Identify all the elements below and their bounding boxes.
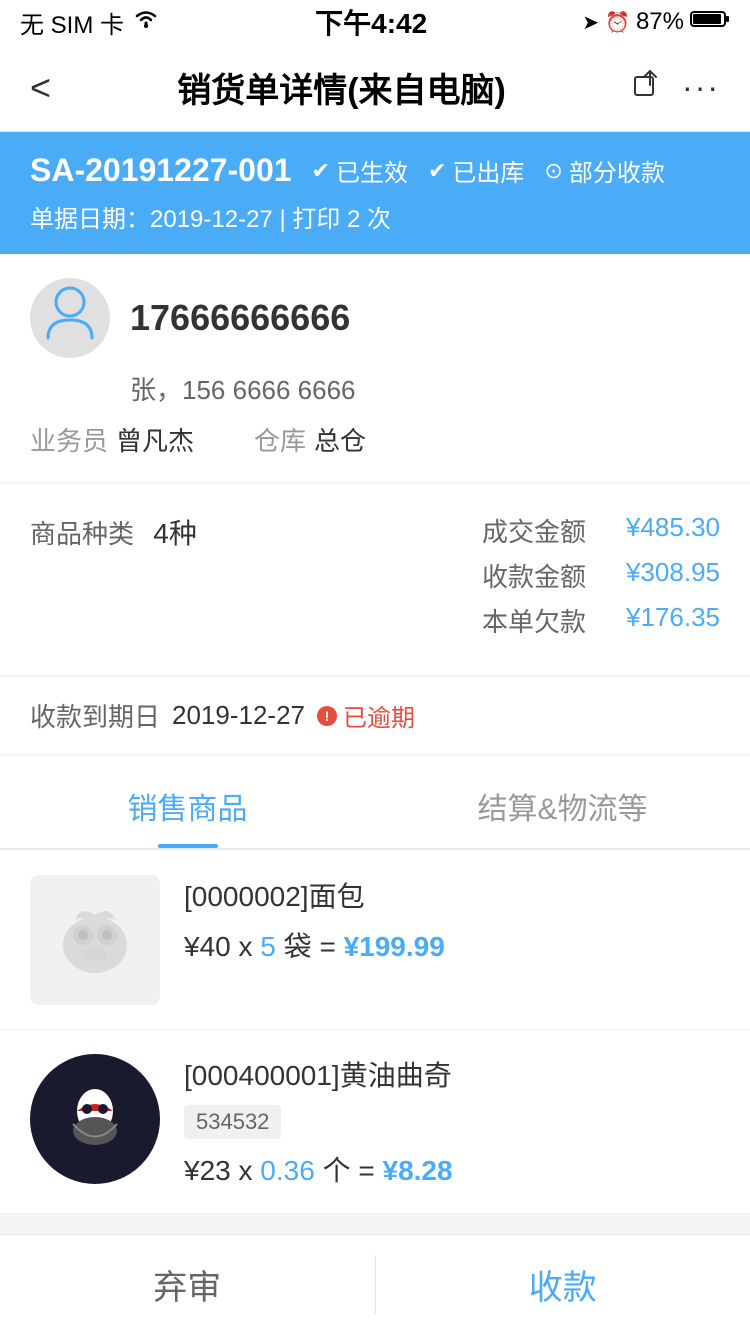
- product-info-1: [0000002]面包 ¥40 x 5 袋 = ¥199.99: [184, 875, 720, 965]
- page-title: 销货单详情(来自电脑): [177, 63, 506, 112]
- status-bar: 无 SIM 卡 下午4:42 ➤ ⏰ 87%: [0, 0, 750, 44]
- overdue-icon: !: [317, 706, 337, 726]
- nav-icons: ···: [632, 69, 720, 106]
- amount-row: 成交金额 ¥485.30: [482, 512, 720, 549]
- products-section: [0000002]面包 ¥40 x 5 袋 = ¥199.99: [0, 851, 750, 1214]
- agent-name: 曾凡杰: [116, 421, 194, 458]
- received-label: 收款金额: [482, 557, 586, 594]
- customer-meta: 业务员 曾凡杰 仓库 总仓: [30, 421, 720, 458]
- tab-settlement[interactable]: 结算&物流等: [375, 756, 750, 848]
- product-item: [0000002]面包 ¥40 x 5 袋 = ¥199.99: [0, 851, 750, 1030]
- kinds-value: 4种: [153, 518, 197, 549]
- received-value: ¥308.95: [626, 557, 720, 594]
- received-row: 收款金额 ¥308.95: [482, 557, 720, 594]
- product-price-1: ¥40 x 5 袋 = ¥199.99: [184, 925, 720, 965]
- order-header: SA-20191227-001 ✔ 已生效 ✔ 已出库 ⊙ 部分收款 单据日期：…: [0, 132, 750, 254]
- bottom-bar: 弃审 收款: [0, 1234, 750, 1334]
- agent-label: 业务员: [30, 421, 108, 458]
- customer-section: 17666666666 张，156 6666 6666 业务员 曾凡杰 仓库 总…: [0, 254, 750, 482]
- customer-name: 张，156 6666 6666: [30, 370, 720, 407]
- product-thumb-1: [30, 875, 160, 1005]
- badge-effective: ✔ 已生效: [312, 153, 408, 188]
- customer-account: 17666666666: [130, 297, 350, 339]
- product-total-1: ¥199.99: [344, 931, 445, 962]
- user-icon: [40, 282, 100, 354]
- back-button[interactable]: <: [30, 67, 51, 109]
- status-right: ➤ ⏰ 87%: [582, 8, 730, 36]
- tab-sales[interactable]: 销售商品: [0, 756, 375, 848]
- warehouse-label: 仓库: [254, 421, 306, 458]
- amount-label: 成交金额: [482, 512, 586, 549]
- stats-section: 商品种类 4种 成交金额 ¥485.30 收款金额 ¥308.95 本单欠款 ¥…: [0, 484, 750, 675]
- cancel-button[interactable]: 弃审: [0, 1235, 375, 1334]
- location-icon: ➤: [582, 10, 599, 35]
- confirm-button[interactable]: 收款: [376, 1235, 750, 1334]
- avatar: [30, 278, 110, 358]
- battery-text: 87%: [636, 8, 684, 36]
- stats-left: 商品种类 4种: [30, 512, 197, 552]
- battery-icon: [690, 8, 730, 36]
- badge-shipped: ✔ 已出库: [428, 153, 524, 188]
- due-date: 2019-12-27: [172, 700, 305, 731]
- due-label: 收款到期日: [30, 697, 160, 734]
- product-price-2: ¥23 x 0.36 个 = ¥8.28: [184, 1149, 720, 1189]
- status-time: 下午4:42: [315, 2, 427, 42]
- debt-label: 本单欠款: [482, 602, 586, 639]
- product-info-2: [000400001]黄油曲奇 534532 ¥23 x 0.36 个 = ¥8…: [184, 1054, 720, 1189]
- product-qty-1: 5: [260, 931, 276, 962]
- check-icon: ✔: [312, 158, 330, 184]
- carrier-text: 无 SIM 卡: [20, 5, 124, 40]
- more-icon[interactable]: ···: [682, 69, 720, 106]
- stats-right: 成交金额 ¥485.30 收款金额 ¥308.95 本单欠款 ¥176.35: [482, 512, 720, 647]
- status-left: 无 SIM 卡: [20, 5, 160, 40]
- order-id: SA-20191227-001: [30, 152, 292, 189]
- overdue-text: 已逾期: [343, 698, 415, 733]
- product-qty-2: 0.36: [260, 1155, 315, 1186]
- product-total-2: ¥8.28: [383, 1155, 453, 1186]
- warehouse-name: 总仓: [314, 421, 366, 458]
- amount-value: ¥485.30: [626, 512, 720, 549]
- alarm-icon: ⏰: [605, 10, 630, 35]
- product-name-1: [0000002]面包: [184, 875, 720, 915]
- order-meta: 单据日期：2019-12-27 | 打印 2 次: [30, 199, 720, 234]
- wifi-icon: [132, 8, 160, 36]
- share-icon[interactable]: [632, 69, 662, 106]
- product-item-2: [000400001]黄油曲奇 534532 ¥23 x 0.36 个 = ¥8…: [0, 1030, 750, 1214]
- tabs-section: 销售商品 结算&物流等: [0, 756, 750, 849]
- overdue-badge: ! 已逾期: [317, 698, 415, 733]
- debt-row: 本单欠款 ¥176.35: [482, 602, 720, 639]
- nav-bar: < 销货单详情(来自电脑) ···: [0, 44, 750, 132]
- product-thumb-2: [30, 1054, 160, 1184]
- debt-value: ¥176.35: [626, 602, 720, 639]
- clock-icon: ⊙: [544, 158, 562, 184]
- due-section: 收款到期日 2019-12-27 ! 已逾期: [0, 677, 750, 754]
- check-icon2: ✔: [428, 158, 446, 184]
- product-tag-2: 534532: [184, 1105, 281, 1139]
- badge-partial: ⊙ 部分收款: [544, 153, 664, 188]
- product-name-2: [000400001]黄油曲奇: [184, 1054, 720, 1094]
